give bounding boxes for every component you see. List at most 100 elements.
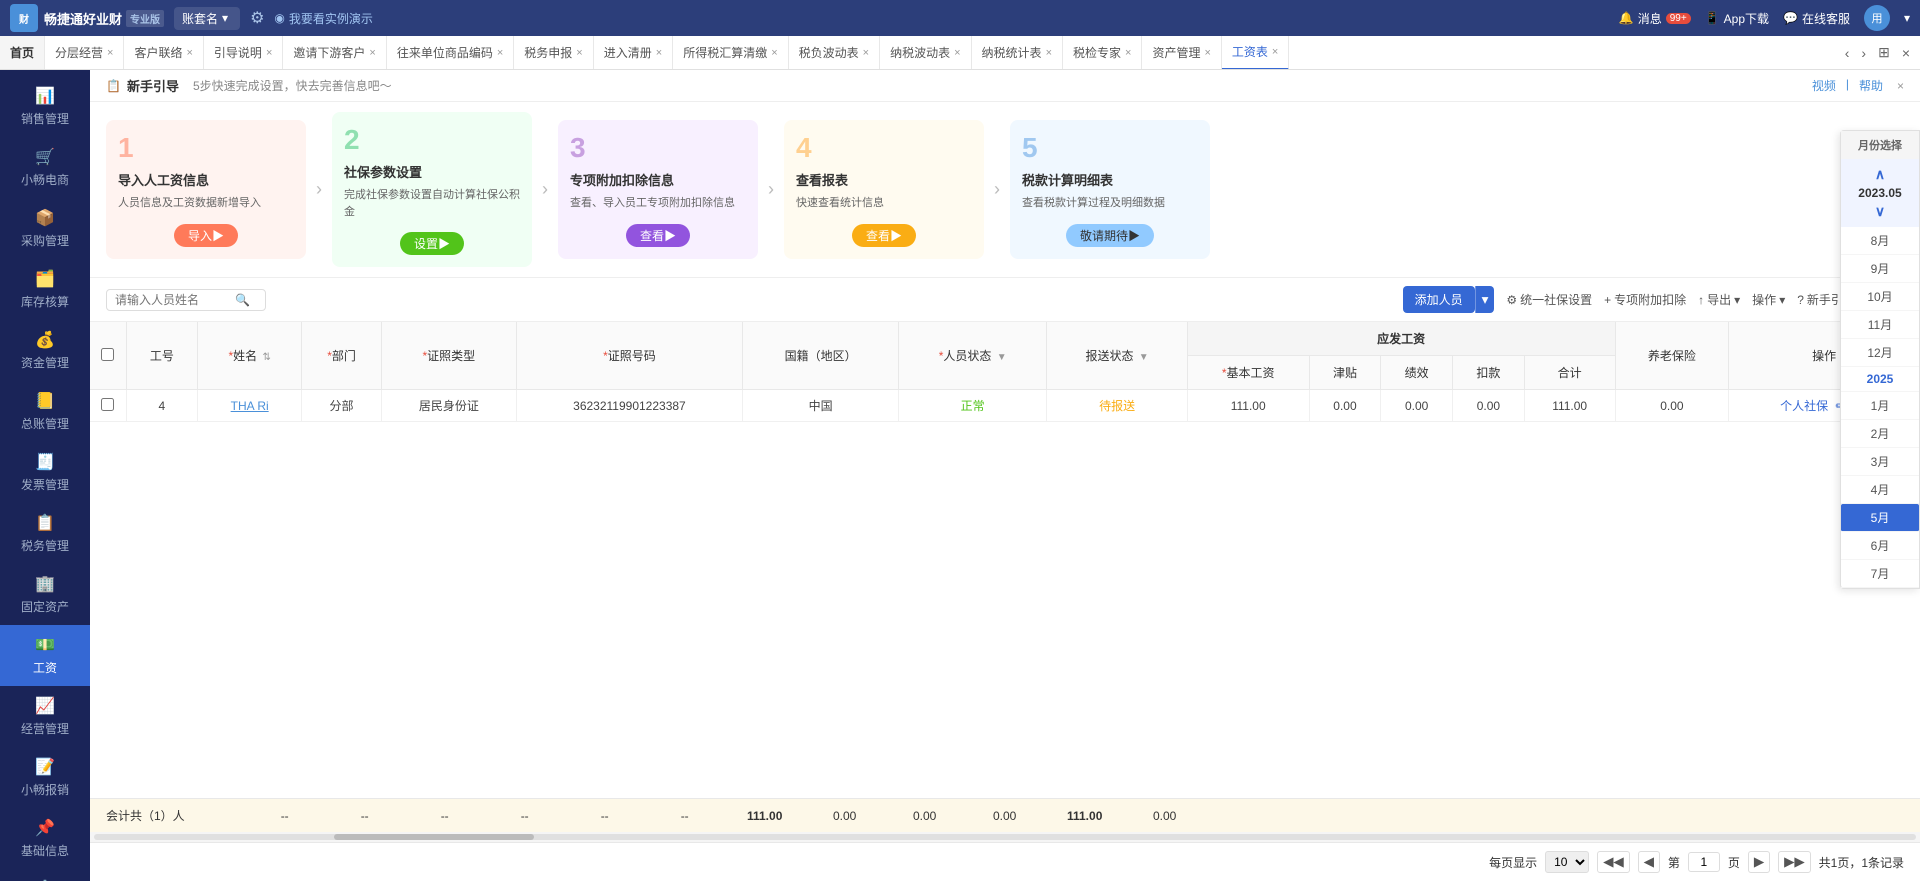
first-page-btn[interactable]: ◀◀: [1597, 851, 1630, 873]
month-item-11[interactable]: 11月: [1841, 311, 1919, 339]
sidebar-item-tax[interactable]: 📋 税务管理: [0, 503, 90, 564]
notification-btn[interactable]: 🔔 消息 99+: [1619, 10, 1691, 27]
sidebar-item-inventory[interactable]: 🗂️ 库存核算: [0, 259, 90, 320]
tab-scroll-left-btn[interactable]: ‹: [1841, 43, 1854, 63]
page-size-select[interactable]: 10 20 50: [1545, 851, 1589, 873]
tab-clearance[interactable]: 进入清册 ×: [594, 36, 673, 70]
tab-payroll-close[interactable]: ×: [1272, 46, 1278, 58]
step-btn-3[interactable]: 查看▶: [626, 224, 690, 247]
step-btn-2[interactable]: 设置▶: [400, 232, 464, 255]
step-btn-4[interactable]: 查看▶: [852, 224, 916, 247]
sidebar-item-ecommerce[interactable]: 🛒 小畅电商: [0, 137, 90, 198]
tab-customer-close[interactable]: ×: [186, 47, 192, 59]
month-item-5[interactable]: 5月: [1841, 504, 1919, 532]
sidebar-item-assets[interactable]: 🏢 固定资产: [0, 564, 90, 625]
footer-val-deduction: 0.00: [965, 809, 1045, 823]
search-input[interactable]: [115, 293, 235, 307]
tab-partition-close[interactable]: ×: [107, 47, 113, 59]
month-item-2[interactable]: 2月: [1841, 420, 1919, 448]
tab-partition[interactable]: 分层经营 ×: [45, 36, 124, 70]
sidebar-item-ledger[interactable]: 📒 总账管理: [0, 381, 90, 442]
last-page-btn[interactable]: ▶▶: [1778, 851, 1811, 873]
tab-invite[interactable]: 邀请下游客户 ×: [283, 36, 386, 70]
toolbar-special-deduct[interactable]: + 专项附加扣除: [1604, 291, 1686, 308]
tab-scroll-right-btn[interactable]: ›: [1857, 43, 1870, 63]
month-item-3[interactable]: 3月: [1841, 448, 1919, 476]
month-item-10[interactable]: 10月: [1841, 283, 1919, 311]
tab-invite-close[interactable]: ×: [369, 47, 375, 59]
month-item-year-2025[interactable]: 2025: [1841, 367, 1919, 392]
tab-taxcalc[interactable]: 所得税汇算清缴 ×: [673, 36, 788, 70]
sidebar-item-payroll[interactable]: 💵 工资: [0, 625, 90, 686]
settings-icon-btn[interactable]: ⚙: [250, 8, 264, 28]
sidebar-item-sales[interactable]: 📊 销售管理: [0, 76, 90, 137]
month-prev-btn[interactable]: ∧: [1875, 166, 1885, 183]
sidebar-item-finance[interactable]: 💰 资金管理: [0, 320, 90, 381]
search-icon[interactable]: 🔍: [235, 293, 250, 307]
month-item-12[interactable]: 12月: [1841, 339, 1919, 367]
month-item-4[interactable]: 4月: [1841, 476, 1919, 504]
tab-taxexpert[interactable]: 税检专家 ×: [1063, 36, 1142, 70]
tab-taxstattable[interactable]: 纳税统计表 ×: [972, 36, 1063, 70]
month-item-9[interactable]: 9月: [1841, 255, 1919, 283]
tab-commodity-close[interactable]: ×: [497, 47, 503, 59]
tab-taxreduction[interactable]: 税负波动表 ×: [789, 36, 880, 70]
tab-commodity[interactable]: 往来单位商品编码 ×: [387, 36, 514, 70]
tab-assetmgr-close[interactable]: ×: [1204, 47, 1210, 59]
tab-taxcalc-close[interactable]: ×: [771, 47, 777, 59]
month-item-1[interactable]: 1月: [1841, 392, 1919, 420]
tab-taxexpert-close[interactable]: ×: [1125, 47, 1131, 59]
tab-assetmgr[interactable]: 资产管理 ×: [1142, 36, 1221, 70]
sidebar-item-basic[interactable]: 📌 基础信息: [0, 808, 90, 869]
tab-home[interactable]: 首页: [0, 36, 45, 70]
tab-clearance-close[interactable]: ×: [656, 47, 662, 59]
unified-settings-label: 统一社保设置: [1520, 291, 1592, 308]
demo-link[interactable]: ◉ 我要看实例演示: [274, 10, 377, 27]
month-item-6[interactable]: 6月: [1841, 532, 1919, 560]
toolbar-unified-settings[interactable]: ⚙ 统一社保设置: [1506, 291, 1592, 308]
toolbar-export[interactable]: ↑ 导出 ▾: [1698, 291, 1740, 308]
sidebar-item-purchase[interactable]: 📦 采购管理: [0, 198, 90, 259]
tab-taxstattable-close[interactable]: ×: [1046, 47, 1052, 59]
sidebar-item-system[interactable]: ⚙️ 系统管理: [0, 869, 90, 881]
scrollbar-thumb[interactable]: [334, 834, 534, 840]
add-person-dropdown[interactable]: ▾: [1475, 286, 1495, 313]
app-download-btn[interactable]: 📱 App下载: [1705, 10, 1769, 27]
prev-page-btn[interactable]: ◀: [1638, 851, 1660, 873]
month-item-7[interactable]: 7月: [1841, 560, 1919, 588]
user-avatar[interactable]: 用: [1864, 5, 1890, 31]
tab-taxreduction-close[interactable]: ×: [863, 47, 869, 59]
online-service-btn[interactable]: 💬 在线客服: [1783, 10, 1850, 27]
next-page-btn[interactable]: ▶: [1748, 851, 1770, 873]
tab-guide[interactable]: 引导说明 ×: [204, 36, 283, 70]
tab-guide-close[interactable]: ×: [266, 47, 272, 59]
action-personal-insurance[interactable]: 个人社保: [1780, 399, 1828, 413]
tab-more-btn[interactable]: ⊞: [1874, 42, 1894, 63]
row-checkbox[interactable]: [101, 398, 114, 411]
horizontal-scrollbar[interactable]: [90, 832, 1920, 842]
sidebar-item-invoice[interactable]: 🧾 发票管理: [0, 442, 90, 503]
month-next-btn[interactable]: ∨: [1875, 203, 1885, 220]
add-person-btn[interactable]: 添加人员: [1403, 286, 1475, 313]
sidebar-item-operations[interactable]: 📈 经营管理: [0, 686, 90, 747]
tab-taxstatwave-close[interactable]: ×: [954, 47, 960, 59]
tab-taxreport[interactable]: 税务申报 ×: [514, 36, 593, 70]
tab-customer[interactable]: 客户联络 ×: [124, 36, 203, 70]
month-item-8[interactable]: 8月: [1841, 227, 1919, 255]
step-btn-1[interactable]: 导入▶: [174, 224, 238, 247]
guide-close-btn[interactable]: ×: [1897, 79, 1904, 93]
guide-help-link[interactable]: 帮助: [1859, 77, 1883, 94]
tab-close-all-btn[interactable]: ×: [1898, 43, 1914, 63]
account-selector[interactable]: 账套名 ▾: [174, 7, 240, 30]
toolbar-operate[interactable]: 操作 ▾: [1752, 291, 1785, 308]
sidebar-item-report[interactable]: 📝 小畅报销: [0, 747, 90, 808]
select-all-checkbox[interactable]: [101, 348, 114, 361]
page-input[interactable]: [1688, 852, 1720, 872]
user-menu-btn[interactable]: ▾: [1904, 11, 1910, 25]
th-name: *姓名 ⇅: [198, 322, 302, 390]
tab-taxreport-close[interactable]: ×: [576, 47, 582, 59]
guide-video-link[interactable]: 视频: [1812, 77, 1836, 94]
step-btn-5[interactable]: 敬请期待▶: [1066, 224, 1154, 247]
tab-payroll[interactable]: 工资表 ×: [1222, 36, 1289, 70]
tab-taxstatwave[interactable]: 纳税波动表 ×: [880, 36, 971, 70]
